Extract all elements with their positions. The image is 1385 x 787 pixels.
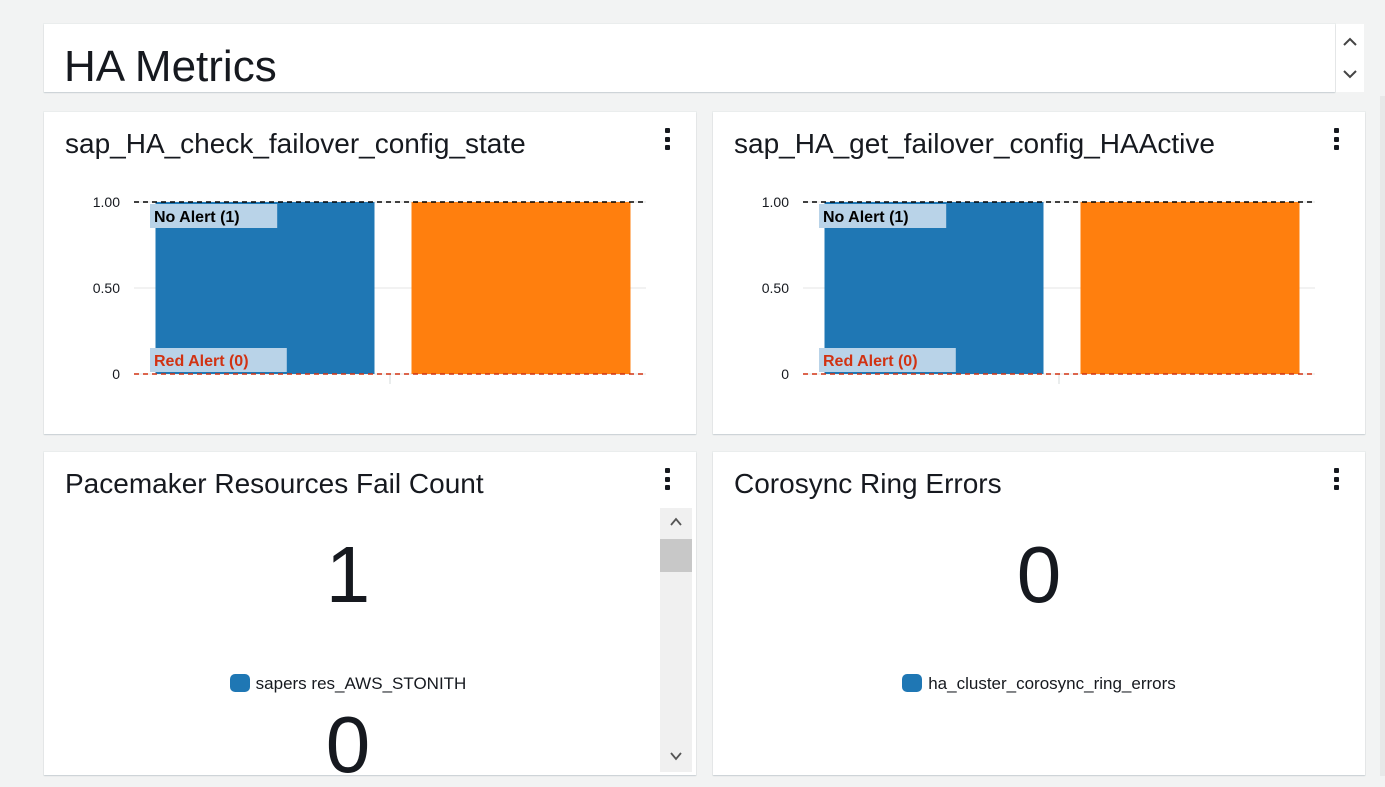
y-tick-label: 0 (781, 366, 789, 382)
legend-item: sapers res_AWS_STONITH (44, 674, 656, 694)
bar-chart: 0 0.50 1.00 No Alert (1) Red Alert (0) (93, 194, 646, 384)
bar (1080, 202, 1300, 374)
threshold-label: No Alert (1) (154, 209, 240, 226)
y-tick-label: 1.00 (762, 194, 789, 210)
widget-failover-config-haactive: sap_HA_get_failover_config_HAActive 0 0.5… (713, 112, 1365, 434)
scrollbar-thumb[interactable] (660, 539, 692, 572)
widget-menu-icon[interactable] (664, 468, 670, 490)
legend-label: ha_cluster_corosync_ring_errors (928, 674, 1176, 693)
vertical-scrollbar[interactable] (660, 508, 692, 772)
header-scroller[interactable] (1336, 24, 1364, 92)
legend-swatch (229, 674, 250, 692)
dashboard-title: HA Metrics (64, 42, 277, 91)
metric-value: 1 (325, 530, 371, 619)
right-edge-strip (1380, 96, 1385, 776)
scroll-up-icon[interactable] (668, 514, 684, 530)
bar-chart: 0 0.50 1.00 No Alert (1) Red Alert (0) (762, 194, 1315, 384)
y-tick-label: 0 (112, 366, 120, 382)
legend-label: sapers res_AWS_STONITH (255, 674, 467, 693)
widget-pacemaker-fail-count: Pacemaker Resources Fail Count 1 sapers … (44, 452, 696, 775)
scroll-down-icon[interactable] (668, 748, 684, 764)
value-list: 1 sapers res_AWS_STONITH 0 (44, 508, 660, 775)
threshold-label: Red Alert (0) (823, 353, 918, 370)
legend-item: ha_cluster_corosync_ring_errors (713, 674, 1365, 694)
dashboard-header: HA Metrics (44, 24, 1335, 92)
widget-failover-config-state: sap_HA_check_failover_config_state 0 0.50… (44, 112, 696, 434)
legend-swatch (902, 674, 923, 692)
y-tick-label: 0.50 (762, 280, 789, 296)
y-tick-label: 1.00 (93, 194, 120, 210)
widget-title: Pacemaker Resources Fail Count (65, 468, 484, 499)
bar (411, 202, 631, 374)
metric-value: 0 (325, 700, 371, 775)
widget-corosync-ring-errors: Corosync Ring Errors 0 ha_cluster_corosy… (713, 452, 1365, 775)
threshold-label: Red Alert (0) (154, 353, 249, 370)
threshold-label: No Alert (1) (823, 209, 909, 226)
widget-menu-icon[interactable] (1333, 468, 1339, 490)
y-tick-label: 0.50 (93, 280, 120, 296)
metric-value: 0 (1016, 530, 1062, 619)
widget-title: Corosync Ring Errors (734, 468, 1002, 499)
chevron-down-icon[interactable] (1340, 64, 1360, 84)
chevron-up-icon[interactable] (1340, 32, 1360, 52)
